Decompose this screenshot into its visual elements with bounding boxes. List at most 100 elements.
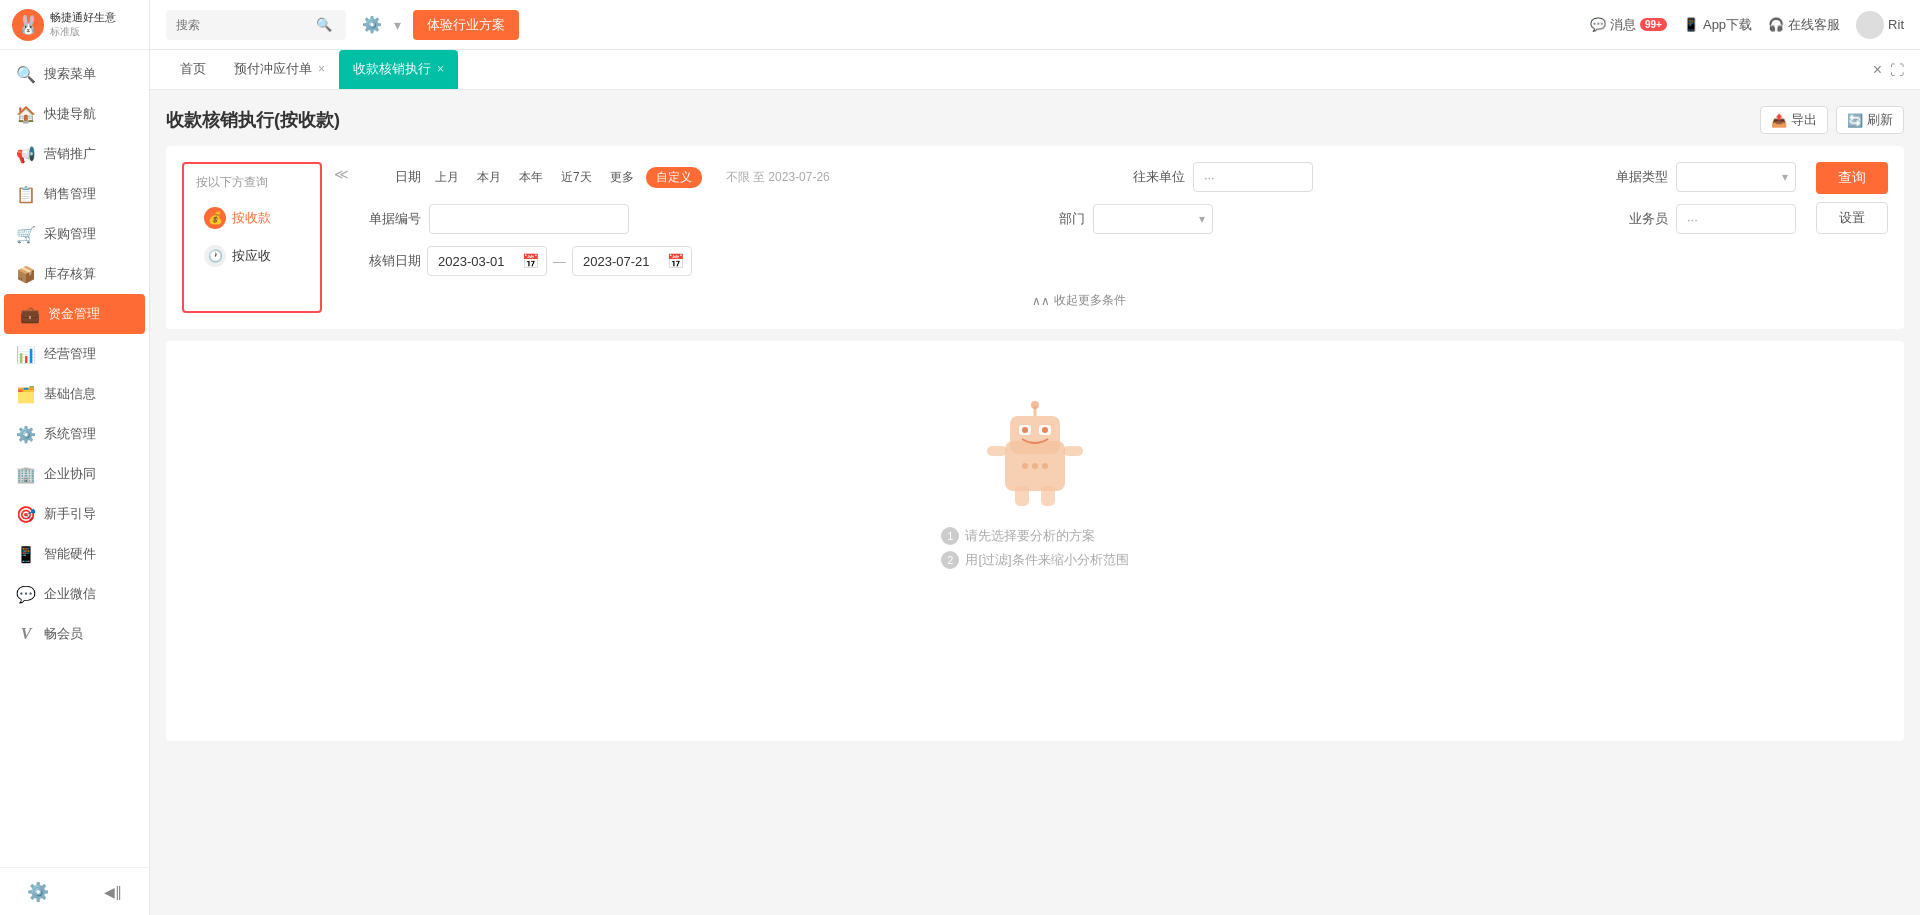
- app-download-label: App下载: [1703, 16, 1752, 34]
- topbar-search-area[interactable]: 🔍: [166, 10, 346, 40]
- topbar-user[interactable]: Rit: [1856, 11, 1904, 39]
- tab-writeoff[interactable]: 收款核销执行 ×: [339, 50, 458, 89]
- sidebar-item-search[interactable]: 🔍 搜索菜单: [0, 54, 149, 94]
- settings-bottom-icon[interactable]: ⚙️: [27, 881, 49, 903]
- sidebar-bottom: ⚙️ ◀‖: [0, 867, 149, 915]
- tab-prepay-close-icon[interactable]: ×: [318, 63, 325, 75]
- sidebar-item-inventory[interactable]: 📦 库存核算: [0, 254, 149, 294]
- sidebar-label-quicknav: 快捷导航: [44, 105, 96, 123]
- filter-actions: 查询 设置: [1816, 162, 1888, 313]
- date-chip-this-month[interactable]: 本月: [471, 167, 507, 188]
- salesperson-selector[interactable]: ···: [1676, 204, 1796, 234]
- home-icon: 🏠: [16, 104, 36, 124]
- sidebar-item-quicknav[interactable]: 🏠 快捷导航: [0, 94, 149, 134]
- page-content: 收款核销执行(按收款) 📤 导出 🔄 刷新 按以下方查询 💰 按收款: [150, 90, 1920, 915]
- sidebar: 🐰 畅捷通好生意 标准版 🔍 搜索菜单 🏠 快捷导航 📢 营销推广 📋 销售管理…: [0, 0, 150, 915]
- export-button[interactable]: 📤 导出: [1760, 106, 1828, 134]
- basic-icon: 🗂️: [16, 384, 36, 404]
- topbar-search-input[interactable]: [176, 18, 316, 32]
- inventory-icon: 📦: [16, 264, 36, 284]
- salesperson-dots: ···: [1687, 212, 1698, 227]
- main-area: 🔍 ⚙️ ▾ 体验行业方案 💬 消息 99+ 📱 App下载 🎧 在线客服 Ri…: [150, 0, 1920, 915]
- sidebar-item-finance[interactable]: 💼 资金管理: [4, 294, 145, 334]
- date-hint-area: 不限 至 2023-07-26: [726, 169, 830, 186]
- query-type-receivable[interactable]: 🕐 按应收: [196, 239, 308, 273]
- tab-close-all-icon[interactable]: ×: [1873, 62, 1882, 78]
- refresh-button[interactable]: 🔄 刷新: [1836, 106, 1904, 134]
- department-label: 部门: [1025, 210, 1085, 228]
- chevron-up-icon: ∧∧: [1032, 294, 1050, 308]
- content-card: 1 请先选择要分析的方案 2 用[过滤]条件来缩小分析范围: [166, 341, 1904, 741]
- chevron-left-icon: ≪: [334, 166, 349, 182]
- sales-icon: 📋: [16, 184, 36, 204]
- sidebar-item-basic[interactable]: 🗂️ 基础信息: [0, 374, 149, 414]
- industry-solution-button[interactable]: 体验行业方案: [413, 10, 519, 40]
- tab-expand-icon[interactable]: ⛶: [1890, 63, 1904, 77]
- sidebar-item-hardware[interactable]: 📱 智能硬件: [0, 534, 149, 574]
- sidebar-label-system: 系统管理: [44, 425, 96, 443]
- tab-writeoff-close-icon[interactable]: ×: [437, 63, 444, 75]
- counterparty-field: 往来单位 ···: [1125, 162, 1313, 192]
- logo-icon: 🐰: [12, 9, 44, 41]
- date-hint-text: 不限 至 2023-07-26: [726, 169, 830, 186]
- sidebar-item-marketing[interactable]: 📢 营销推广: [0, 134, 149, 174]
- query-type-receipt-label: 按收款: [232, 209, 271, 227]
- date-chip-7days[interactable]: 近7天: [555, 167, 598, 188]
- tab-prepay-label: 预付冲应付单: [234, 60, 312, 78]
- svg-point-4: [1022, 427, 1028, 433]
- sidebar-item-system[interactable]: ⚙️ 系统管理: [0, 414, 149, 454]
- setting-button[interactable]: 设置: [1816, 202, 1888, 234]
- receipt-icon: 💰: [204, 207, 226, 229]
- svg-point-13: [1032, 463, 1038, 469]
- counterparty-label: 往来单位: [1125, 168, 1185, 186]
- svg-point-14: [1042, 463, 1048, 469]
- topbar-app-download[interactable]: 📱 App下载: [1683, 16, 1752, 34]
- date-chip-this-year[interactable]: 本年: [513, 167, 549, 188]
- sidebar-item-operations[interactable]: 📊 经营管理: [0, 334, 149, 374]
- department-select[interactable]: [1093, 204, 1213, 234]
- bill-number-input[interactable]: [429, 204, 629, 234]
- sidebar-item-purchase[interactable]: 🛒 采购管理: [0, 214, 149, 254]
- calendar-end-icon[interactable]: 📅: [667, 253, 684, 269]
- page-header-actions: 📤 导出 🔄 刷新: [1760, 106, 1904, 134]
- topbar-online-service[interactable]: 🎧 在线客服: [1768, 16, 1840, 34]
- query-type-receivable-label: 按应收: [232, 247, 271, 265]
- date-label: 日期: [361, 168, 421, 186]
- salesperson-label: 业务员: [1608, 210, 1668, 228]
- sidebar-item-guide[interactable]: 🎯 新手引导: [0, 494, 149, 534]
- tab-prepay[interactable]: 预付冲应付单 ×: [220, 50, 339, 89]
- bill-type-select[interactable]: [1676, 162, 1796, 192]
- hint-text-1: 请先选择要分析的方案: [965, 527, 1095, 545]
- sidebar-label-finance: 资金管理: [48, 305, 100, 323]
- date-chip-last-month[interactable]: 上月: [429, 167, 465, 188]
- salesperson-field: 业务员 ···: [1608, 204, 1796, 234]
- app-icon: 📱: [1683, 17, 1699, 32]
- collapse-sidebar-icon[interactable]: ◀‖: [104, 884, 122, 900]
- sidebar-label-inventory: 库存核算: [44, 265, 96, 283]
- topbar-gear-icon[interactable]: ⚙️: [362, 15, 382, 34]
- sidebar-item-sales[interactable]: 📋 销售管理: [0, 174, 149, 214]
- counterparty-selector[interactable]: ···: [1193, 162, 1313, 192]
- topbar-chevron-icon[interactable]: ▾: [394, 17, 401, 33]
- message-label: 消息: [1610, 16, 1636, 34]
- query-type-receipt[interactable]: 💰 按收款: [196, 201, 308, 235]
- date-chip-custom[interactable]: 自定义: [646, 167, 702, 188]
- department-field: 部门: [1025, 204, 1213, 234]
- receivable-icon: 🕐: [204, 245, 226, 267]
- topbar-message[interactable]: 💬 消息 99+: [1590, 16, 1667, 34]
- date-chip-more[interactable]: 更多: [604, 167, 640, 188]
- collapse-more-row[interactable]: ∧∧ 收起更多条件: [361, 288, 1796, 313]
- sidebar-item-wechat[interactable]: 💬 企业微信: [0, 574, 149, 614]
- sidebar-item-enterprise[interactable]: 🏢 企业协同: [0, 454, 149, 494]
- sidebar-item-member[interactable]: V 畅会员: [0, 614, 149, 654]
- panel-collapse-button[interactable]: ≪: [334, 162, 349, 313]
- calendar-start-icon[interactable]: 📅: [522, 253, 539, 269]
- system-icon: ⚙️: [16, 424, 36, 444]
- tab-home[interactable]: 首页: [166, 50, 220, 89]
- query-button[interactable]: 查询: [1816, 162, 1888, 194]
- hint-text-2: 用[过滤]条件来缩小分析范围: [965, 551, 1128, 569]
- export-icon: 📤: [1771, 113, 1787, 128]
- topbar: 🔍 ⚙️ ▾ 体验行业方案 💬 消息 99+ 📱 App下载 🎧 在线客服 Ri…: [150, 0, 1920, 50]
- writeoff-date-end-wrap: 📅: [572, 246, 692, 276]
- empty-state-illustration: [975, 401, 1095, 511]
